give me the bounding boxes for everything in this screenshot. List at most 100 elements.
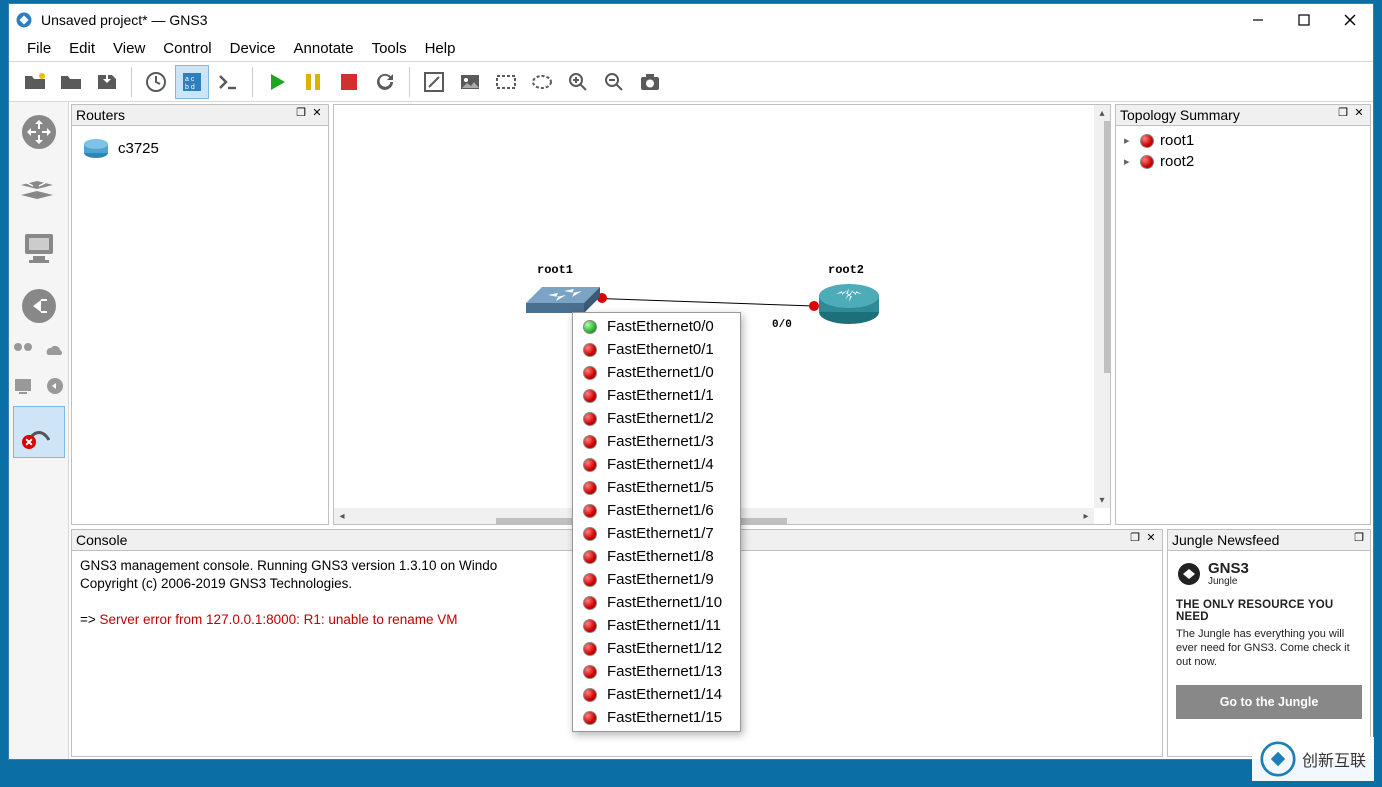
rectangle-icon[interactable] <box>489 65 523 99</box>
interface-menu-item[interactable]: FastEthernet1/1 <box>573 384 740 407</box>
camera-icon[interactable] <box>633 65 667 99</box>
menu-annotate[interactable]: Annotate <box>286 38 362 59</box>
dock-add-link-icon[interactable] <box>13 406 65 458</box>
undock-icon[interactable]: ❐ <box>294 108 308 122</box>
note-icon[interactable] <box>417 65 451 99</box>
close-icon[interactable]: ✕ <box>1144 533 1158 547</box>
snapshot-icon[interactable] <box>139 65 173 99</box>
interface-menu-item[interactable]: FastEthernet1/11 <box>573 614 740 637</box>
ellipse-icon[interactable] <box>525 65 559 99</box>
node-label-root2[interactable]: root2 <box>828 263 864 277</box>
interface-menu-item[interactable]: FastEthernet0/0 <box>573 315 740 338</box>
interface-label: FastEthernet1/8 <box>607 548 714 565</box>
canvas-vertical-scrollbar[interactable]: ▴ ▾ <box>1094 105 1110 508</box>
interface-menu-item[interactable]: FastEthernet1/9 <box>573 568 740 591</box>
menu-file[interactable]: File <box>19 38 59 59</box>
interface-label: FastEthernet0/1 <box>607 341 714 358</box>
picture-icon[interactable] <box>453 65 487 99</box>
dock-switches-icon[interactable] <box>13 164 65 216</box>
interface-label: FastEthernet1/11 <box>607 617 721 634</box>
dock-hosts-icon[interactable] <box>13 222 65 274</box>
menu-device[interactable]: Device <box>222 38 284 59</box>
interface-label: FastEthernet1/13 <box>607 663 722 680</box>
menu-view[interactable]: View <box>105 38 153 59</box>
scroll-up-icon[interactable]: ▴ <box>1094 105 1110 121</box>
interface-label: FastEthernet1/9 <box>607 571 714 588</box>
scroll-down-icon[interactable]: ▾ <box>1094 492 1110 508</box>
menu-edit[interactable]: Edit <box>61 38 103 59</box>
status-dot-icon <box>583 711 597 725</box>
interface-menu-item[interactable]: FastEthernet1/15 <box>573 706 740 729</box>
interface-menu-item[interactable]: FastEthernet1/4 <box>573 453 740 476</box>
node-label-root1[interactable]: root1 <box>537 263 573 277</box>
interface-menu-item[interactable]: FastEthernet1/7 <box>573 522 740 545</box>
maximize-button[interactable] <box>1281 5 1327 35</box>
scroll-left-icon[interactable]: ◂ <box>334 508 350 524</box>
watermark: 创新互联 <box>1252 737 1374 781</box>
close-button[interactable] <box>1327 5 1373 35</box>
interface-menu-item[interactable]: FastEthernet1/14 <box>573 683 740 706</box>
status-dot-icon <box>583 573 597 587</box>
jungle-cta-button[interactable]: Go to the Jungle <box>1176 685 1362 719</box>
undock-icon[interactable]: ❐ <box>1128 533 1142 547</box>
router-template-item[interactable]: c3725 <box>78 132 322 164</box>
device-dock <box>9 102 69 759</box>
dock-security-icon[interactable] <box>13 280 65 332</box>
routers-list: c3725 <box>72 126 328 524</box>
dock-templates-icon[interactable] <box>41 372 69 400</box>
menu-control[interactable]: Control <box>155 38 219 59</box>
dock-all-devices-icon[interactable] <box>9 338 37 366</box>
minimize-button[interactable] <box>1235 5 1281 35</box>
interface-menu-item[interactable]: FastEthernet1/12 <box>573 637 740 660</box>
interface-menu-item[interactable]: FastEthernet1/6 <box>573 499 740 522</box>
topology-item[interactable]: ▸root2 <box>1120 151 1366 172</box>
interface-menu-item[interactable]: FastEthernet1/3 <box>573 430 740 453</box>
dock-cloud-icon[interactable] <box>41 338 69 366</box>
open-folder-icon[interactable] <box>18 65 52 99</box>
chevron-right-icon[interactable]: ▸ <box>1124 155 1134 168</box>
zoom-out-icon[interactable] <box>597 65 631 99</box>
routers-panel-title: Routers <box>76 107 292 123</box>
play-icon[interactable] <box>260 65 294 99</box>
show-labels-icon[interactable]: a cb d <box>175 65 209 99</box>
interface-menu-item[interactable]: FastEthernet1/13 <box>573 660 740 683</box>
interface-menu-item[interactable]: FastEthernet1/10 <box>573 591 740 614</box>
interface-menu-item[interactable]: FastEthernet0/1 <box>573 338 740 361</box>
menu-help[interactable]: Help <box>417 38 464 59</box>
console-icon[interactable] <box>211 65 245 99</box>
interface-label: FastEthernet1/0 <box>607 364 714 381</box>
console-error: Server error from 127.0.0.1:8000: R1: un… <box>100 612 458 627</box>
close-icon[interactable]: ✕ <box>1352 108 1366 122</box>
chevron-right-icon[interactable]: ▸ <box>1124 134 1134 147</box>
save-icon[interactable] <box>90 65 124 99</box>
topology-item-label: root1 <box>1160 132 1194 149</box>
undock-icon[interactable]: ❐ <box>1352 533 1366 547</box>
node-root2[interactable] <box>816 280 882 331</box>
link-root1-root2[interactable] <box>599 298 814 307</box>
app-icon <box>15 11 33 29</box>
jungle-panel: Jungle Newsfeed ❐ GNS3 Jungle THE ONLY R… <box>1167 529 1371 757</box>
routers-panel-header: Routers ❐ ✕ <box>72 105 328 126</box>
interface-menu-item[interactable]: FastEthernet1/0 <box>573 361 740 384</box>
svg-text:a c: a c <box>185 76 195 83</box>
status-dot-icon <box>583 619 597 633</box>
menu-tools[interactable]: Tools <box>364 38 415 59</box>
interface-menu-item[interactable]: FastEthernet1/8 <box>573 545 740 568</box>
pause-icon[interactable] <box>296 65 330 99</box>
zoom-in-icon[interactable] <box>561 65 595 99</box>
status-dot-icon <box>583 435 597 449</box>
reload-icon[interactable] <box>368 65 402 99</box>
topology-item[interactable]: ▸ root1 <box>1120 130 1366 151</box>
undock-icon[interactable]: ❐ <box>1336 108 1350 122</box>
interface-menu-item[interactable]: FastEthernet1/2 <box>573 407 740 430</box>
interface-label: FastEthernet1/7 <box>607 525 714 542</box>
dock-browse-icon[interactable] <box>9 372 37 400</box>
router-template-label: c3725 <box>118 140 159 157</box>
interface-menu-item[interactable]: FastEthernet1/5 <box>573 476 740 499</box>
open-project-icon[interactable] <box>54 65 88 99</box>
close-icon[interactable]: ✕ <box>310 108 324 122</box>
scroll-right-icon[interactable]: ▸ <box>1078 508 1094 524</box>
stop-icon[interactable] <box>332 65 366 99</box>
jungle-brand-sub: Jungle <box>1208 576 1249 587</box>
dock-routers-icon[interactable] <box>13 106 65 158</box>
